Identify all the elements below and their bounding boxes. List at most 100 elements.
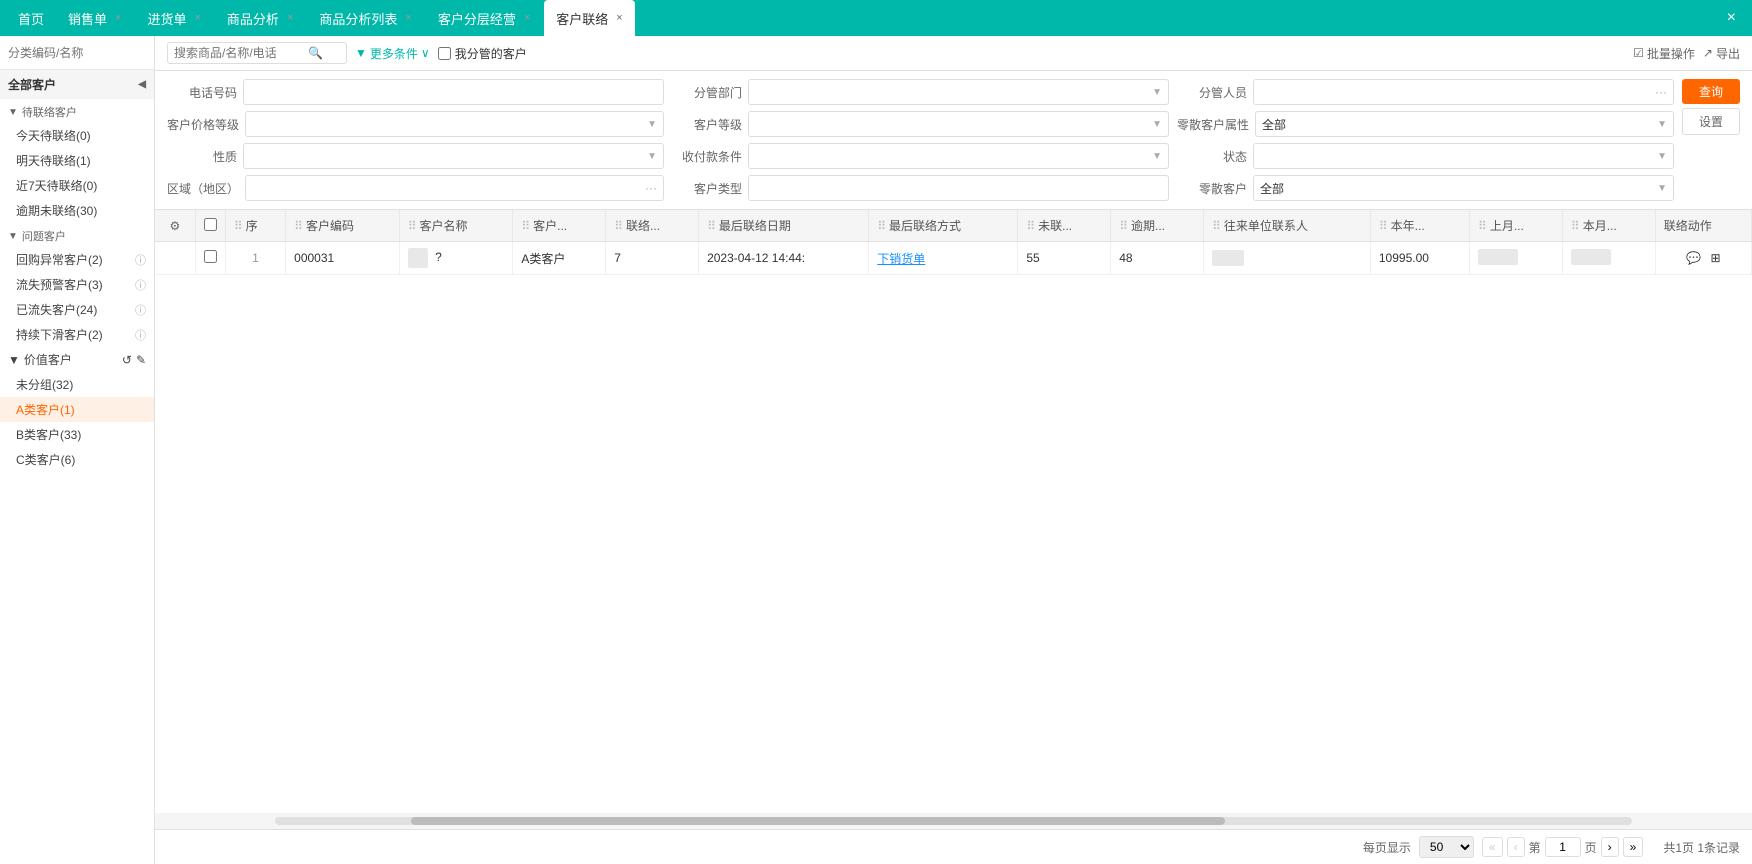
nature-select[interactable]: ▼	[243, 143, 664, 169]
retail-customer-label: 零散客户	[1177, 180, 1247, 197]
sidebar-item-7days[interactable]: 近7天待联络(0)	[0, 173, 154, 198]
close-customer-tier-tab[interactable]: ×	[524, 12, 530, 24]
close-purchase-tab[interactable]: ×	[194, 12, 200, 24]
close-all-tabs[interactable]: ×	[1719, 9, 1744, 27]
row-checkbox-cell[interactable]	[195, 242, 225, 275]
edit-icon[interactable]: ✎	[136, 353, 146, 367]
condition-region: 区域（地区） ···	[167, 175, 664, 201]
nav-tab-customer-tier[interactable]: 客户分层经营 ×	[426, 0, 542, 36]
column-contact-person: ⠿往来单位联系人	[1204, 210, 1371, 242]
manager-input[interactable]: ···	[1253, 79, 1674, 105]
my-customers-label: 我分管的客户	[455, 45, 527, 62]
grid-icon[interactable]: ⊞	[1711, 251, 1721, 265]
customer-type-label: 客户类型	[672, 180, 742, 197]
row-checkbox[interactable]	[204, 250, 217, 263]
column-select-all[interactable]	[195, 210, 225, 242]
nature-label: 性质	[167, 148, 237, 165]
sidebar-collapse-icon: ◀	[138, 79, 146, 90]
phone-input[interactable]	[243, 79, 664, 105]
filter-actions: ☑ 批量操作 ↗ 导出	[1633, 45, 1740, 62]
sidebar-search-input[interactable]	[8, 46, 155, 60]
search-conditions: 电话号码 分管部门 ▼ 分管人员	[155, 71, 1752, 210]
refresh-icon[interactable]: ↺	[122, 353, 132, 367]
page-number-input[interactable]	[1545, 837, 1581, 857]
price-tier-arrow-icon: ▼	[647, 119, 657, 130]
sidebar-item-repurchase-abnormal[interactable]: 回购异常客户(2) ⓘ	[0, 247, 154, 272]
sidebar-item-class-b[interactable]: B类客户(33)	[0, 422, 154, 447]
filter-search-icon[interactable]: 🔍	[308, 46, 323, 60]
table-area: ⚙ ⠿序 ⠿客户编码 ⠿客户名称 ⠿客户... ⠿联络... ⠿最后联络日期 ⠿…	[155, 210, 1752, 813]
retail-customer-select[interactable]: 全部 ▼	[1253, 175, 1674, 201]
row-last-contact-method[interactable]: 下销货单	[869, 242, 1018, 275]
batch-ops-button[interactable]: ☑ 批量操作	[1633, 45, 1695, 62]
close-customer-contact-tab[interactable]: ×	[616, 12, 622, 24]
conditions-row-4: 区域（地区） ··· 客户类型 零散客户	[167, 175, 1674, 201]
page-label: 第	[1529, 839, 1541, 856]
condition-nature: 性质 ▼	[167, 143, 664, 169]
filter-more-conditions[interactable]: ▼ 更多条件 ∨	[355, 45, 430, 62]
column-seq: ⠿序	[225, 210, 285, 242]
condition-status: 状态 ▼	[1177, 143, 1674, 169]
horizontal-scrollbar-track[interactable]	[275, 817, 1632, 825]
sidebar-item-declining[interactable]: 持续下滑客户(2) ⓘ	[0, 322, 154, 347]
region-input[interactable]: ···	[245, 175, 664, 201]
sidebar-item-tomorrow[interactable]: 明天待联络(1)	[0, 148, 154, 173]
settings-button[interactable]: 设置	[1682, 108, 1740, 135]
nav-tab-purchase[interactable]: 进货单 ×	[135, 0, 212, 36]
customer-tier-select[interactable]: ▼	[748, 111, 1169, 137]
condition-retail-customer: 零散客户 全部 ▼	[1177, 175, 1674, 201]
nav-tab-customer-contact[interactable]: 客户联络 ×	[544, 0, 634, 36]
payment-label: 收付款条件	[672, 148, 742, 165]
nav-tab-analysis-list[interactable]: 商品分析列表 ×	[307, 0, 423, 36]
filter-icon: ▼	[355, 46, 367, 60]
filter-search-box: 🔍	[167, 42, 347, 64]
export-icon: ↗	[1703, 46, 1713, 60]
payment-select[interactable]: ▼	[748, 143, 1169, 169]
filter-search-input[interactable]	[174, 46, 304, 60]
my-customers-checkbox[interactable]	[438, 47, 451, 60]
sidebar-item-class-c[interactable]: C类客户(6)	[0, 447, 154, 472]
page-size-select[interactable]: 50 10 20 100	[1419, 836, 1474, 858]
condition-phone: 电话号码	[167, 79, 664, 105]
close-analysis-list-tab[interactable]: ×	[405, 12, 411, 24]
prev-page-button[interactable]: ‹	[1507, 837, 1525, 857]
status-select[interactable]: ▼	[1253, 143, 1674, 169]
condition-retail-attr: 零散客户属性 全部 ▼	[1177, 111, 1674, 137]
export-button[interactable]: ↗ 导出	[1703, 45, 1740, 62]
nav-tab-analysis[interactable]: 商品分析 ×	[215, 0, 305, 36]
sidebar-item-churned[interactable]: 已流失客户(24) ⓘ	[0, 297, 154, 322]
filter-bar: 🔍 ▼ 更多条件 ∨ 我分管的客户 ☑ 批量操作 ↗ 导出	[155, 36, 1752, 71]
scroll-area	[155, 813, 1752, 829]
column-gear[interactable]: ⚙	[155, 210, 195, 242]
customer-avatar	[408, 248, 428, 268]
last-contact-method-link[interactable]: 下销货单	[877, 252, 925, 266]
sidebar-item-churn-warning[interactable]: 流失预警客户(3) ⓘ	[0, 272, 154, 297]
select-all-checkbox[interactable]	[204, 218, 217, 231]
sidebar-group-pending[interactable]: ▼ 待联络客户	[0, 99, 154, 123]
sidebar-item-overdue[interactable]: 逾期未联络(30)	[0, 198, 154, 223]
sidebar-group-value[interactable]: ▼ 价值客户 ↺ ✎	[0, 347, 154, 372]
next-page-button[interactable]: ›	[1601, 837, 1619, 857]
last-month-placeholder	[1478, 249, 1518, 265]
close-sales-tab[interactable]: ×	[115, 12, 121, 24]
query-button[interactable]: 查询	[1682, 79, 1740, 104]
sidebar-group-problem[interactable]: ▼ 问题客户	[0, 223, 154, 247]
sidebar-item-class-a[interactable]: A类客户(1)	[0, 397, 154, 422]
sidebar-item-ungrouped[interactable]: 未分组(32)	[0, 372, 154, 397]
conditions-top-row: 电话号码 分管部门 ▼ 分管人员	[167, 79, 1740, 201]
last-page-button[interactable]: »	[1623, 837, 1644, 857]
sidebar-item-today[interactable]: 今天待联络(0)	[0, 123, 154, 148]
message-icon[interactable]: 💬	[1686, 251, 1701, 265]
first-page-button[interactable]: «	[1482, 837, 1503, 857]
dept-select[interactable]: ▼	[748, 79, 1169, 105]
nav-home[interactable]: 首页	[8, 9, 54, 28]
customer-type-input[interactable]	[748, 175, 1169, 201]
value-group-icons: ↺ ✎	[122, 353, 146, 367]
close-analysis-tab[interactable]: ×	[287, 12, 293, 24]
horizontal-scrollbar-thumb[interactable]	[411, 817, 1225, 825]
price-tier-select[interactable]: ▼	[245, 111, 664, 137]
this-month-placeholder	[1571, 249, 1611, 265]
nav-tab-sales[interactable]: 销售单 ×	[56, 0, 133, 36]
retail-attr-select[interactable]: 全部 ▼	[1255, 111, 1674, 137]
sidebar-all-customers-header[interactable]: 全部客户 ◀	[0, 70, 154, 99]
